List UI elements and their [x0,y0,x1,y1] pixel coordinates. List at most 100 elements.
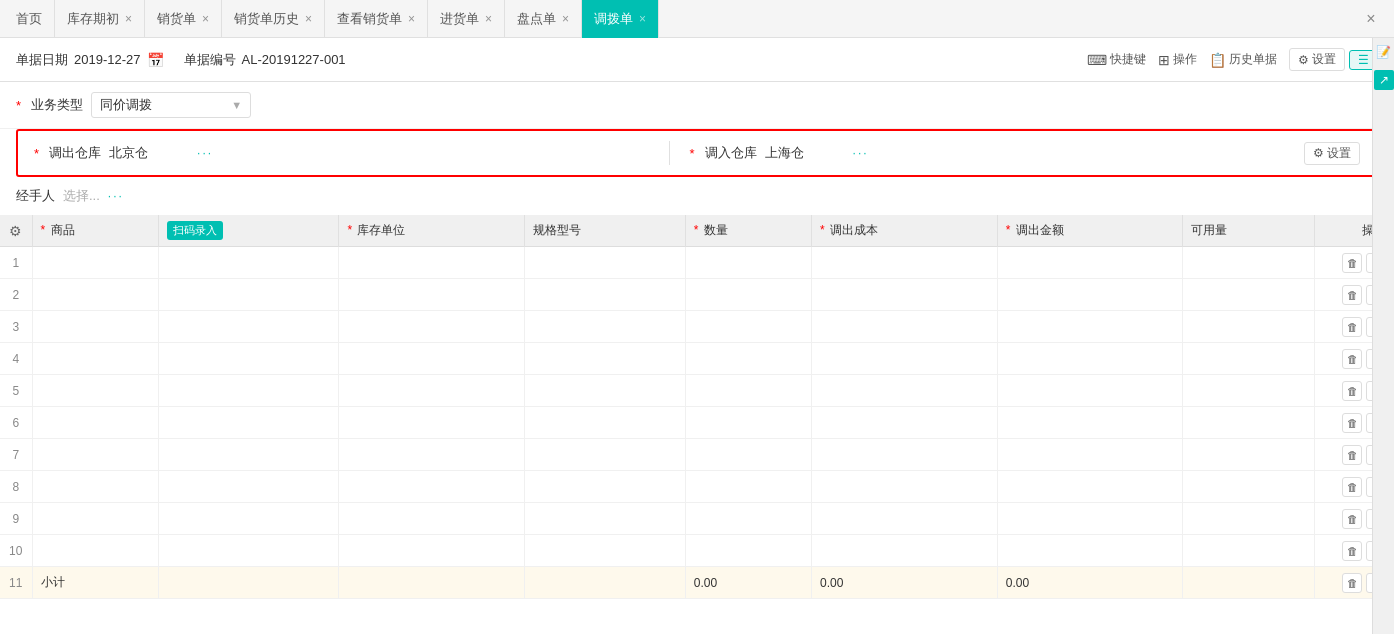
settings-button[interactable]: ⚙ 设置 [1289,48,1345,71]
cell-product-4[interactable] [32,343,158,375]
tab-close-transfer[interactable]: × [639,12,646,26]
cell-product-7[interactable] [32,439,158,471]
history-btn[interactable]: 📋 历史单据 [1209,51,1277,68]
tab-close-inventory[interactable]: × [562,12,569,26]
cell-amount-1[interactable] [997,247,1183,279]
shortcuts-btn[interactable]: ⌨ 快捷键 [1087,51,1146,68]
tab-close-check-sales[interactable]: × [408,12,415,26]
cell-cost-6[interactable] [812,407,998,439]
cell-amount-2[interactable] [997,279,1183,311]
table-settings-icon[interactable]: ⚙ [9,223,22,239]
cell-spec-10[interactable] [525,535,686,567]
tab-inventory[interactable]: 盘点单 × [505,0,582,38]
cell-amount-7[interactable] [997,439,1183,471]
cell-quantity-7[interactable] [685,439,811,471]
delete-icon-1[interactable]: 🗑 [1342,253,1362,273]
cell-product-2[interactable] [32,279,158,311]
cell-unit-4[interactable] [339,343,525,375]
cell-amount-3[interactable] [997,311,1183,343]
handler-value[interactable]: 选择... [63,187,100,205]
date-value[interactable]: 2019-12-27 [74,52,141,67]
delete-icon-5[interactable]: 🗑 [1342,381,1362,401]
scan-button[interactable]: 扫码录入 [167,221,223,240]
warehouse-settings-button[interactable]: ⚙ 设置 [1304,142,1360,165]
cell-cost-9[interactable] [812,503,998,535]
sidebar-note-icon[interactable]: 📝 [1374,42,1394,62]
th-scan[interactable]: 扫码录入 [158,215,339,247]
cell-quantity-3[interactable] [685,311,811,343]
cell-unit-2[interactable] [339,279,525,311]
warehouse-in-more-btn[interactable]: ··· [853,146,869,160]
cell-quantity-5[interactable] [685,375,811,407]
tab-inventory-init[interactable]: 库存期初 × [55,0,145,38]
tab-home[interactable]: 首页 [4,0,55,38]
cell-cost-3[interactable] [812,311,998,343]
sidebar-external-icon[interactable]: ↗ [1374,70,1394,90]
cell-product-10[interactable] [32,535,158,567]
cell-cost-1[interactable] [812,247,998,279]
tab-close-inventory-init[interactable]: × [125,12,132,26]
cell-product-3[interactable] [32,311,158,343]
cell-amount-9[interactable] [997,503,1183,535]
cell-unit-10[interactable] [339,535,525,567]
cell-spec-9[interactable] [525,503,686,535]
calendar-icon[interactable]: 📅 [147,52,164,68]
cell-cost-7[interactable] [812,439,998,471]
cell-unit-5[interactable] [339,375,525,407]
cell-quantity-4[interactable] [685,343,811,375]
cell-quantity-10[interactable] [685,535,811,567]
cell-amount-8[interactable] [997,471,1183,503]
cell-amount-5[interactable] [997,375,1183,407]
cell-spec-3[interactable] [525,311,686,343]
window-close-button[interactable]: × [1352,0,1390,38]
warehouse-out-more-btn[interactable]: ··· [197,146,213,160]
cell-spec-2[interactable] [525,279,686,311]
th-settings[interactable]: ⚙ [0,215,32,247]
tab-purchase[interactable]: 进货单 × [428,0,505,38]
cell-amount-4[interactable] [997,343,1183,375]
delete-icon-3[interactable]: 🗑 [1342,317,1362,337]
cell-unit-7[interactable] [339,439,525,471]
cell-product-6[interactable] [32,407,158,439]
cell-cost-5[interactable] [812,375,998,407]
cell-quantity-8[interactable] [685,471,811,503]
cell-product-5[interactable] [32,375,158,407]
delete-icon-2[interactable]: 🗑 [1342,285,1362,305]
tab-close-purchase[interactable]: × [485,12,492,26]
cell-amount-10[interactable] [997,535,1183,567]
delete-icon-11[interactable]: 🗑 [1342,573,1362,593]
cell-product-9[interactable] [32,503,158,535]
cell-spec-4[interactable] [525,343,686,375]
cell-unit-3[interactable] [339,311,525,343]
cell-cost-4[interactable] [812,343,998,375]
delete-icon-4[interactable]: 🗑 [1342,349,1362,369]
cell-cost-8[interactable] [812,471,998,503]
cell-product-8[interactable] [32,471,158,503]
cell-cost-2[interactable] [812,279,998,311]
delete-icon-10[interactable]: 🗑 [1342,541,1362,561]
tab-transfer[interactable]: 调拨单 × [582,0,659,38]
cell-spec-6[interactable] [525,407,686,439]
cell-amount-6[interactable] [997,407,1183,439]
warehouse-in-value[interactable]: 上海仓 [765,144,845,162]
cell-spec-1[interactable] [525,247,686,279]
cell-product-1[interactable] [32,247,158,279]
cell-quantity-2[interactable] [685,279,811,311]
delete-icon-6[interactable]: 🗑 [1342,413,1362,433]
warehouse-out-value[interactable]: 北京仓 [109,144,189,162]
tab-sales-order[interactable]: 销货单 × [145,0,222,38]
business-type-select[interactable]: 同价调拨 ▼ [91,92,251,118]
tab-sales-history[interactable]: 销货单历史 × [222,0,325,38]
delete-icon-9[interactable]: 🗑 [1342,509,1362,529]
table-container[interactable]: ⚙ * 商品 扫码录入 * 库存单位 规格型号 * [0,215,1394,634]
cell-cost-10[interactable] [812,535,998,567]
cell-unit-6[interactable] [339,407,525,439]
tab-close-sales-history[interactable]: × [305,12,312,26]
tab-check-sales[interactable]: 查看销货单 × [325,0,428,38]
cell-quantity-9[interactable] [685,503,811,535]
operations-btn[interactable]: ⊞ 操作 [1158,51,1197,68]
cell-quantity-1[interactable] [685,247,811,279]
delete-icon-8[interactable]: 🗑 [1342,477,1362,497]
delete-icon-7[interactable]: 🗑 [1342,445,1362,465]
cell-quantity-6[interactable] [685,407,811,439]
